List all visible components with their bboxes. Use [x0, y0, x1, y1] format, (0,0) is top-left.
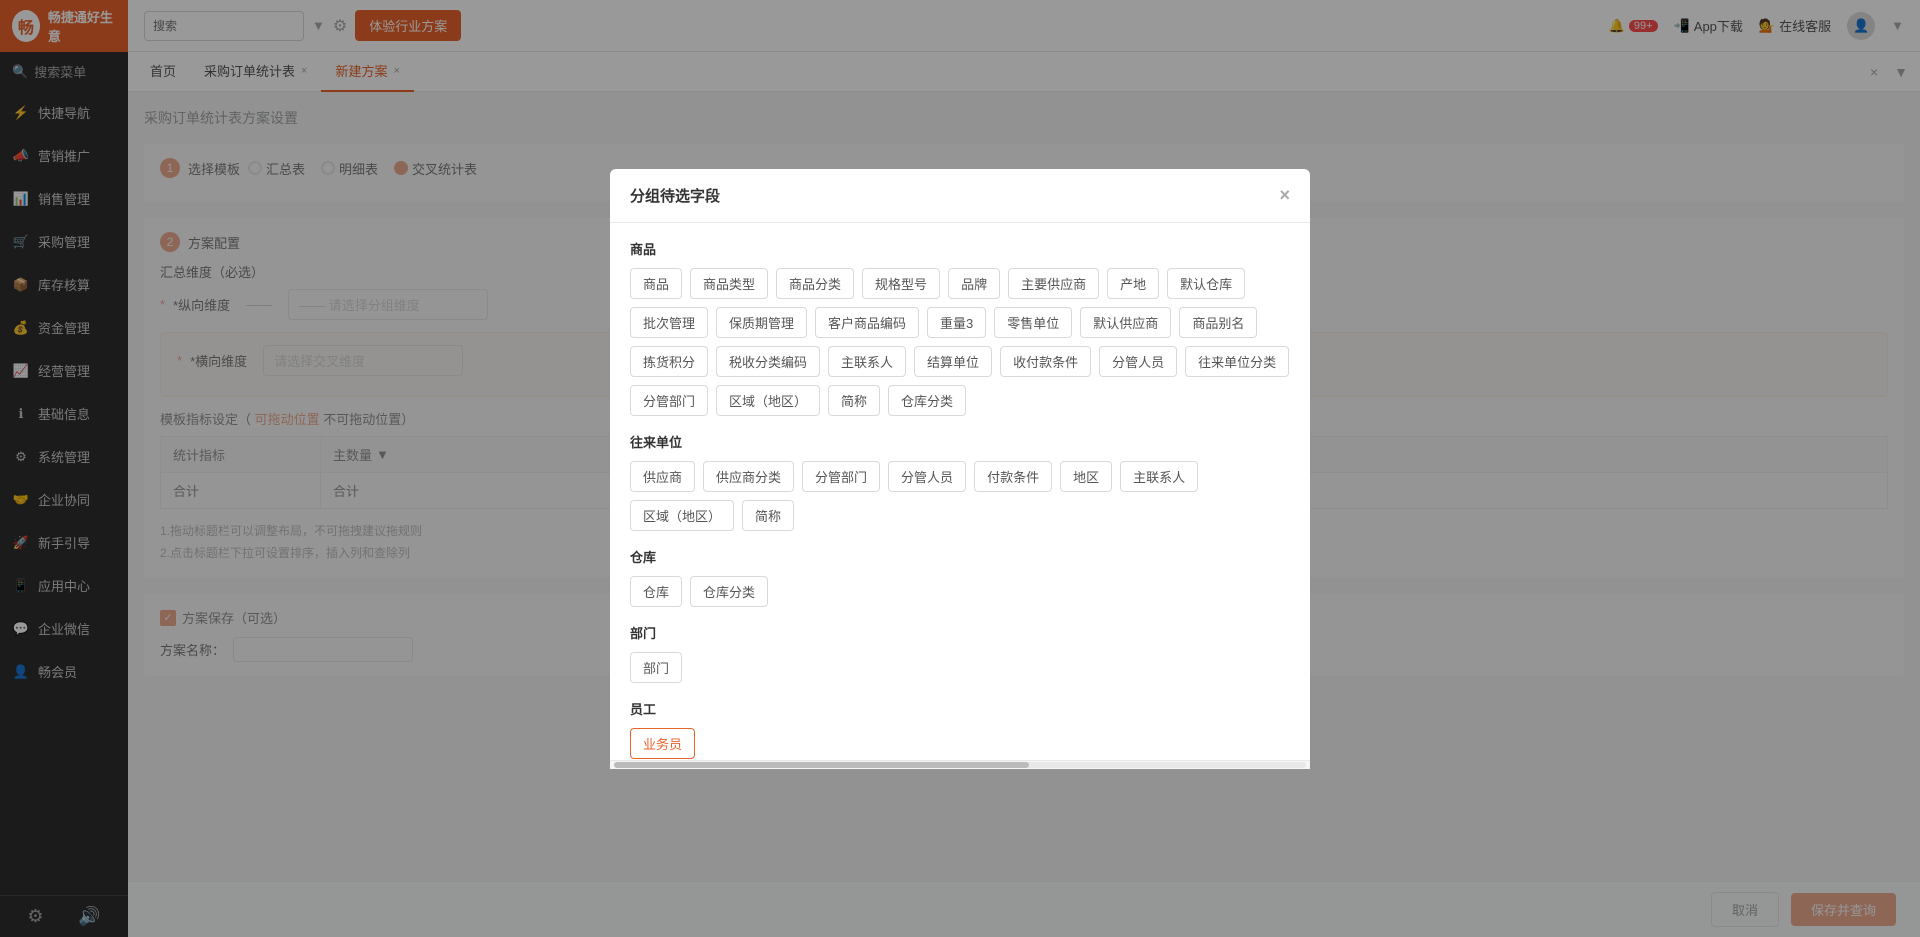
field-tag-2-0[interactable]: 仓库 [630, 576, 682, 607]
field-tag-0-23[interactable]: 区域（地区） [716, 385, 820, 416]
field-tag-0-19[interactable]: 收付款条件 [1000, 346, 1091, 377]
field-tag-0-11[interactable]: 重量3 [927, 307, 986, 338]
field-section-title-2: 仓库 [630, 547, 1290, 566]
field-tag-0-10[interactable]: 客户商品编码 [815, 307, 919, 338]
field-section-2: 仓库仓库仓库分类 [630, 547, 1290, 607]
field-tag-0-3[interactable]: 规格型号 [862, 268, 940, 299]
hscroll-track [614, 762, 1306, 768]
field-tag-0-8[interactable]: 批次管理 [630, 307, 708, 338]
field-tag-0-1[interactable]: 商品类型 [690, 268, 768, 299]
modal-overlay: 分组待选字段 × 商品商品商品类型商品分类规格型号品牌主要供应商产地默认仓库批次… [0, 0, 1920, 937]
field-tag-0-5[interactable]: 主要供应商 [1008, 268, 1099, 299]
modal-close-button[interactable]: × [1279, 185, 1290, 206]
field-section-title-3: 部门 [630, 623, 1290, 642]
field-tag-0-9[interactable]: 保质期管理 [716, 307, 807, 338]
field-tag-2-1[interactable]: 仓库分类 [690, 576, 768, 607]
field-tag-1-0[interactable]: 供应商 [630, 461, 695, 492]
field-tag-0-2[interactable]: 商品分类 [776, 268, 854, 299]
field-section-3: 部门部门 [630, 623, 1290, 683]
field-tag-0-7[interactable]: 默认仓库 [1167, 268, 1245, 299]
field-tag-0-13[interactable]: 默认供应商 [1080, 307, 1171, 338]
field-tag-4-0[interactable]: 业务员 [630, 728, 695, 759]
field-tag-1-4[interactable]: 付款条件 [974, 461, 1052, 492]
field-tag-0-17[interactable]: 主联系人 [828, 346, 906, 377]
field-section-1: 往来单位供应商供应商分类分管部门分管人员付款条件地区主联系人区域（地区） 简称 [630, 432, 1290, 531]
field-tag-1-6[interactable]: 主联系人 [1120, 461, 1198, 492]
field-section-title-0: 商品 [630, 239, 1290, 258]
field-tag-0-22[interactable]: 分管部门 [630, 385, 708, 416]
field-tags-3: 部门 [630, 652, 1290, 683]
field-tag-1-5[interactable]: 地区 [1060, 461, 1112, 492]
field-tag-0-15[interactable]: 拣货积分 [630, 346, 708, 377]
field-tag-0-14[interactable]: 商品别名 [1179, 307, 1257, 338]
field-tag-0-18[interactable]: 结算单位 [914, 346, 992, 377]
field-tag-1-1[interactable]: 供应商分类 [703, 461, 794, 492]
field-tag-0-12[interactable]: 零售单位 [994, 307, 1072, 338]
field-tag-1-8[interactable]: 简称 [742, 500, 794, 531]
field-tag-0-24[interactable]: 简称 [828, 385, 880, 416]
field-section-0: 商品商品商品类型商品分类规格型号品牌主要供应商产地默认仓库批次管理保质期管理客户… [630, 239, 1290, 416]
field-tag-0-21[interactable]: 往来单位分类 [1185, 346, 1289, 377]
field-section-4: 员工业务员 [630, 699, 1290, 759]
modal-header: 分组待选字段 × [610, 169, 1310, 223]
field-tag-0-20[interactable]: 分管人员 [1099, 346, 1177, 377]
field-tag-0-0[interactable]: 商品 [630, 268, 682, 299]
modal-body: 商品商品商品类型商品分类规格型号品牌主要供应商产地默认仓库批次管理保质期管理客户… [610, 223, 1310, 761]
field-section-title-1: 往来单位 [630, 432, 1290, 451]
hscroll-thumb [614, 762, 1029, 768]
field-tags-0: 商品商品类型商品分类规格型号品牌主要供应商产地默认仓库批次管理保质期管理客户商品… [630, 268, 1290, 416]
field-tag-0-4[interactable]: 品牌 [948, 268, 1000, 299]
field-tag-1-3[interactable]: 分管人员 [888, 461, 966, 492]
field-tag-0-25[interactable]: 仓库分类 [888, 385, 966, 416]
field-tag-1-7[interactable]: 区域（地区） [630, 500, 734, 531]
field-tag-0-6[interactable]: 产地 [1107, 268, 1159, 299]
field-tag-3-0[interactable]: 部门 [630, 652, 682, 683]
field-section-title-4: 员工 [630, 699, 1290, 718]
field-tag-1-2[interactable]: 分管部门 [802, 461, 880, 492]
field-tags-4: 业务员 [630, 728, 1290, 759]
field-tag-0-16[interactable]: 税收分类编码 [716, 346, 820, 377]
modal: 分组待选字段 × 商品商品商品类型商品分类规格型号品牌主要供应商产地默认仓库批次… [610, 169, 1310, 769]
modal-title: 分组待选字段 [630, 185, 720, 206]
field-tags-2: 仓库仓库分类 [630, 576, 1290, 607]
modal-horizontal-scrollbar[interactable] [610, 760, 1310, 768]
field-tags-1: 供应商供应商分类分管部门分管人员付款条件地区主联系人区域（地区） 简称 [630, 461, 1290, 531]
